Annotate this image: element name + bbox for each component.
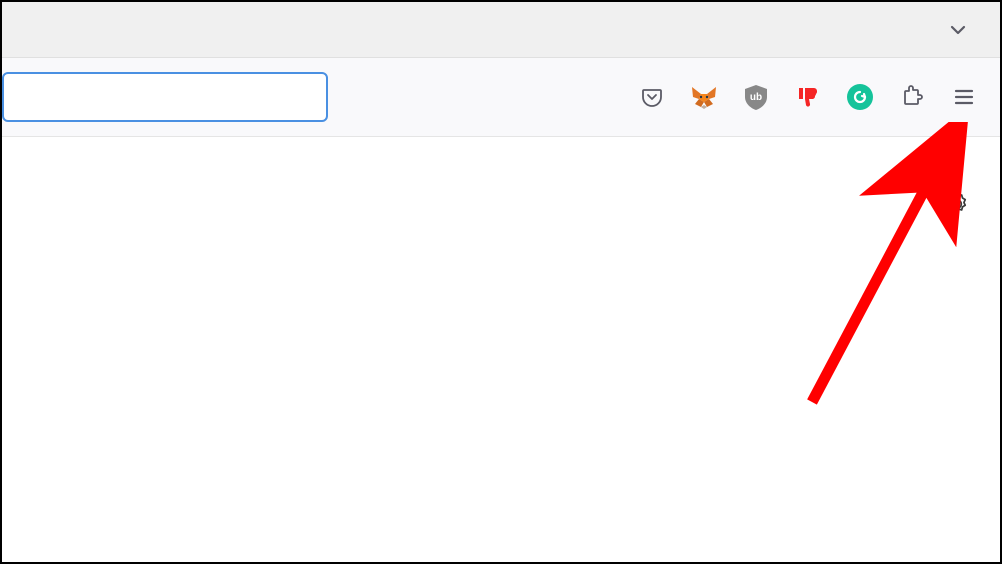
grammarly-button[interactable]: [842, 79, 878, 115]
url-bar[interactable]: [2, 72, 328, 122]
chevron-down-icon: [948, 20, 968, 40]
tab-strip: [2, 2, 1000, 58]
hamburger-menu-icon: [953, 86, 975, 108]
nav-toolbar: ub: [2, 58, 1000, 136]
pocket-icon: [640, 85, 664, 109]
list-tabs-button[interactable]: [944, 16, 972, 44]
dislike-icon: [795, 84, 821, 110]
ublock-icon: ub: [743, 83, 769, 111]
gear-icon: [944, 191, 970, 217]
app-menu-button[interactable]: [946, 79, 982, 115]
settings-button[interactable]: [942, 189, 972, 219]
return-dislike-button[interactable]: [790, 79, 826, 115]
metamask-button[interactable]: [686, 79, 722, 115]
ublock-button[interactable]: ub: [738, 79, 774, 115]
svg-text:ub: ub: [750, 92, 762, 103]
pocket-button[interactable]: [634, 79, 670, 115]
extensions-icon: [900, 85, 924, 109]
page-content: [2, 136, 1000, 562]
extensions-button[interactable]: [894, 79, 930, 115]
grammarly-icon: [847, 84, 873, 110]
extension-row: ub: [634, 79, 982, 115]
metamask-icon: [690, 85, 718, 109]
